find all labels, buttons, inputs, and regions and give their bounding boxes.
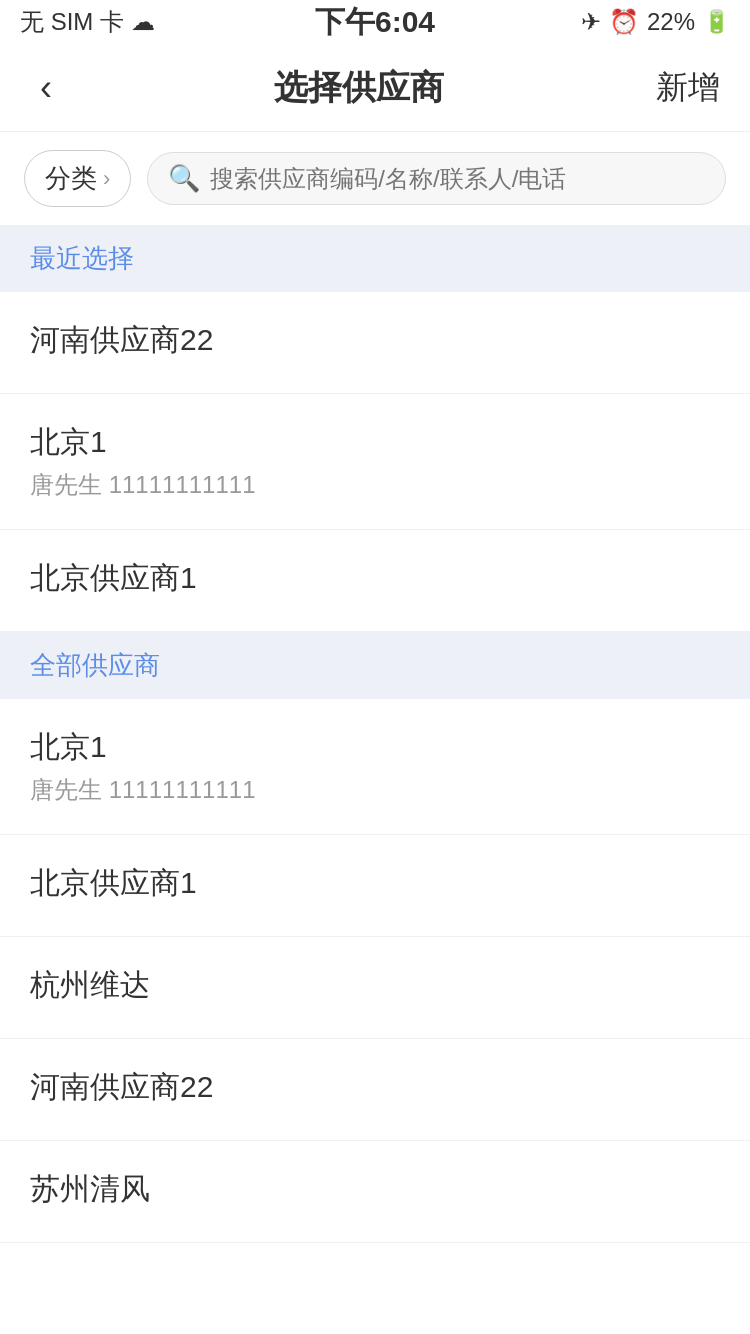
nav-bar: ‹ 选择供应商 新增 (0, 44, 750, 132)
list-item[interactable]: 北京供应商1 (0, 835, 750, 937)
list-item[interactable]: 北京1 唐先生 11111111111 (0, 699, 750, 835)
battery-level: 22% (647, 8, 695, 36)
search-icon: 🔍 (168, 163, 200, 194)
status-time: 下午6:04 (315, 2, 435, 43)
category-filter-button[interactable]: 分类 › (24, 150, 131, 207)
all-items-list: 北京1 唐先生 11111111111 北京供应商1 杭州维达河南供应商22 苏州清风 (0, 699, 750, 1243)
status-left: 无 SIM 卡 ☁ (20, 6, 155, 38)
all-section-label: 全部供应商 (30, 650, 160, 680)
item-name: 杭州维达 (30, 965, 720, 1006)
recent-section-label: 最近选择 (30, 243, 134, 273)
list-item[interactable]: 杭州维达 (0, 937, 750, 1039)
page-title: 选择供应商 (274, 65, 444, 111)
chevron-right-icon: › (103, 166, 110, 192)
all-section-header: 全部供应商 (0, 632, 750, 699)
location-icon: ✈ (581, 8, 601, 36)
status-bar: 无 SIM 卡 ☁ 下午6:04 ✈ ⏰ 22% 🔋 (0, 0, 750, 44)
recent-items-list: 河南供应商22 北京1 唐先生 11111111111 北京供应商1 (0, 292, 750, 632)
list-item[interactable]: 苏州清风 (0, 1141, 750, 1243)
list-item[interactable]: 北京供应商1 (0, 530, 750, 632)
list-item[interactable]: 河南供应商22 (0, 1039, 750, 1141)
alarm-icon: ⏰ (609, 8, 639, 36)
search-box: 🔍 (147, 152, 726, 205)
item-name: 苏州清风 (30, 1169, 720, 1210)
item-name: 北京供应商1 (30, 558, 720, 599)
battery-icon: 🔋 (703, 9, 730, 35)
item-name: 河南供应商22 (30, 320, 720, 361)
search-input[interactable] (210, 165, 705, 193)
status-right: ✈ ⏰ 22% 🔋 (581, 8, 730, 36)
item-sub: 唐先生 11111111111 (30, 774, 720, 806)
item-name: 北京1 (30, 727, 720, 768)
back-button[interactable]: ‹ (30, 57, 62, 119)
add-button[interactable]: 新增 (656, 66, 720, 110)
sim-status: 无 SIM 卡 ☁ (20, 6, 155, 38)
item-sub: 唐先生 11111111111 (30, 469, 720, 501)
filter-bar: 分类 › 🔍 (0, 132, 750, 225)
list-item[interactable]: 北京1 唐先生 11111111111 (0, 394, 750, 530)
item-name: 北京1 (30, 422, 720, 463)
item-name: 河南供应商22 (30, 1067, 720, 1108)
category-label: 分类 (45, 161, 97, 196)
item-name: 北京供应商1 (30, 863, 720, 904)
list-item[interactable]: 河南供应商22 (0, 292, 750, 394)
recent-section-header: 最近选择 (0, 225, 750, 292)
